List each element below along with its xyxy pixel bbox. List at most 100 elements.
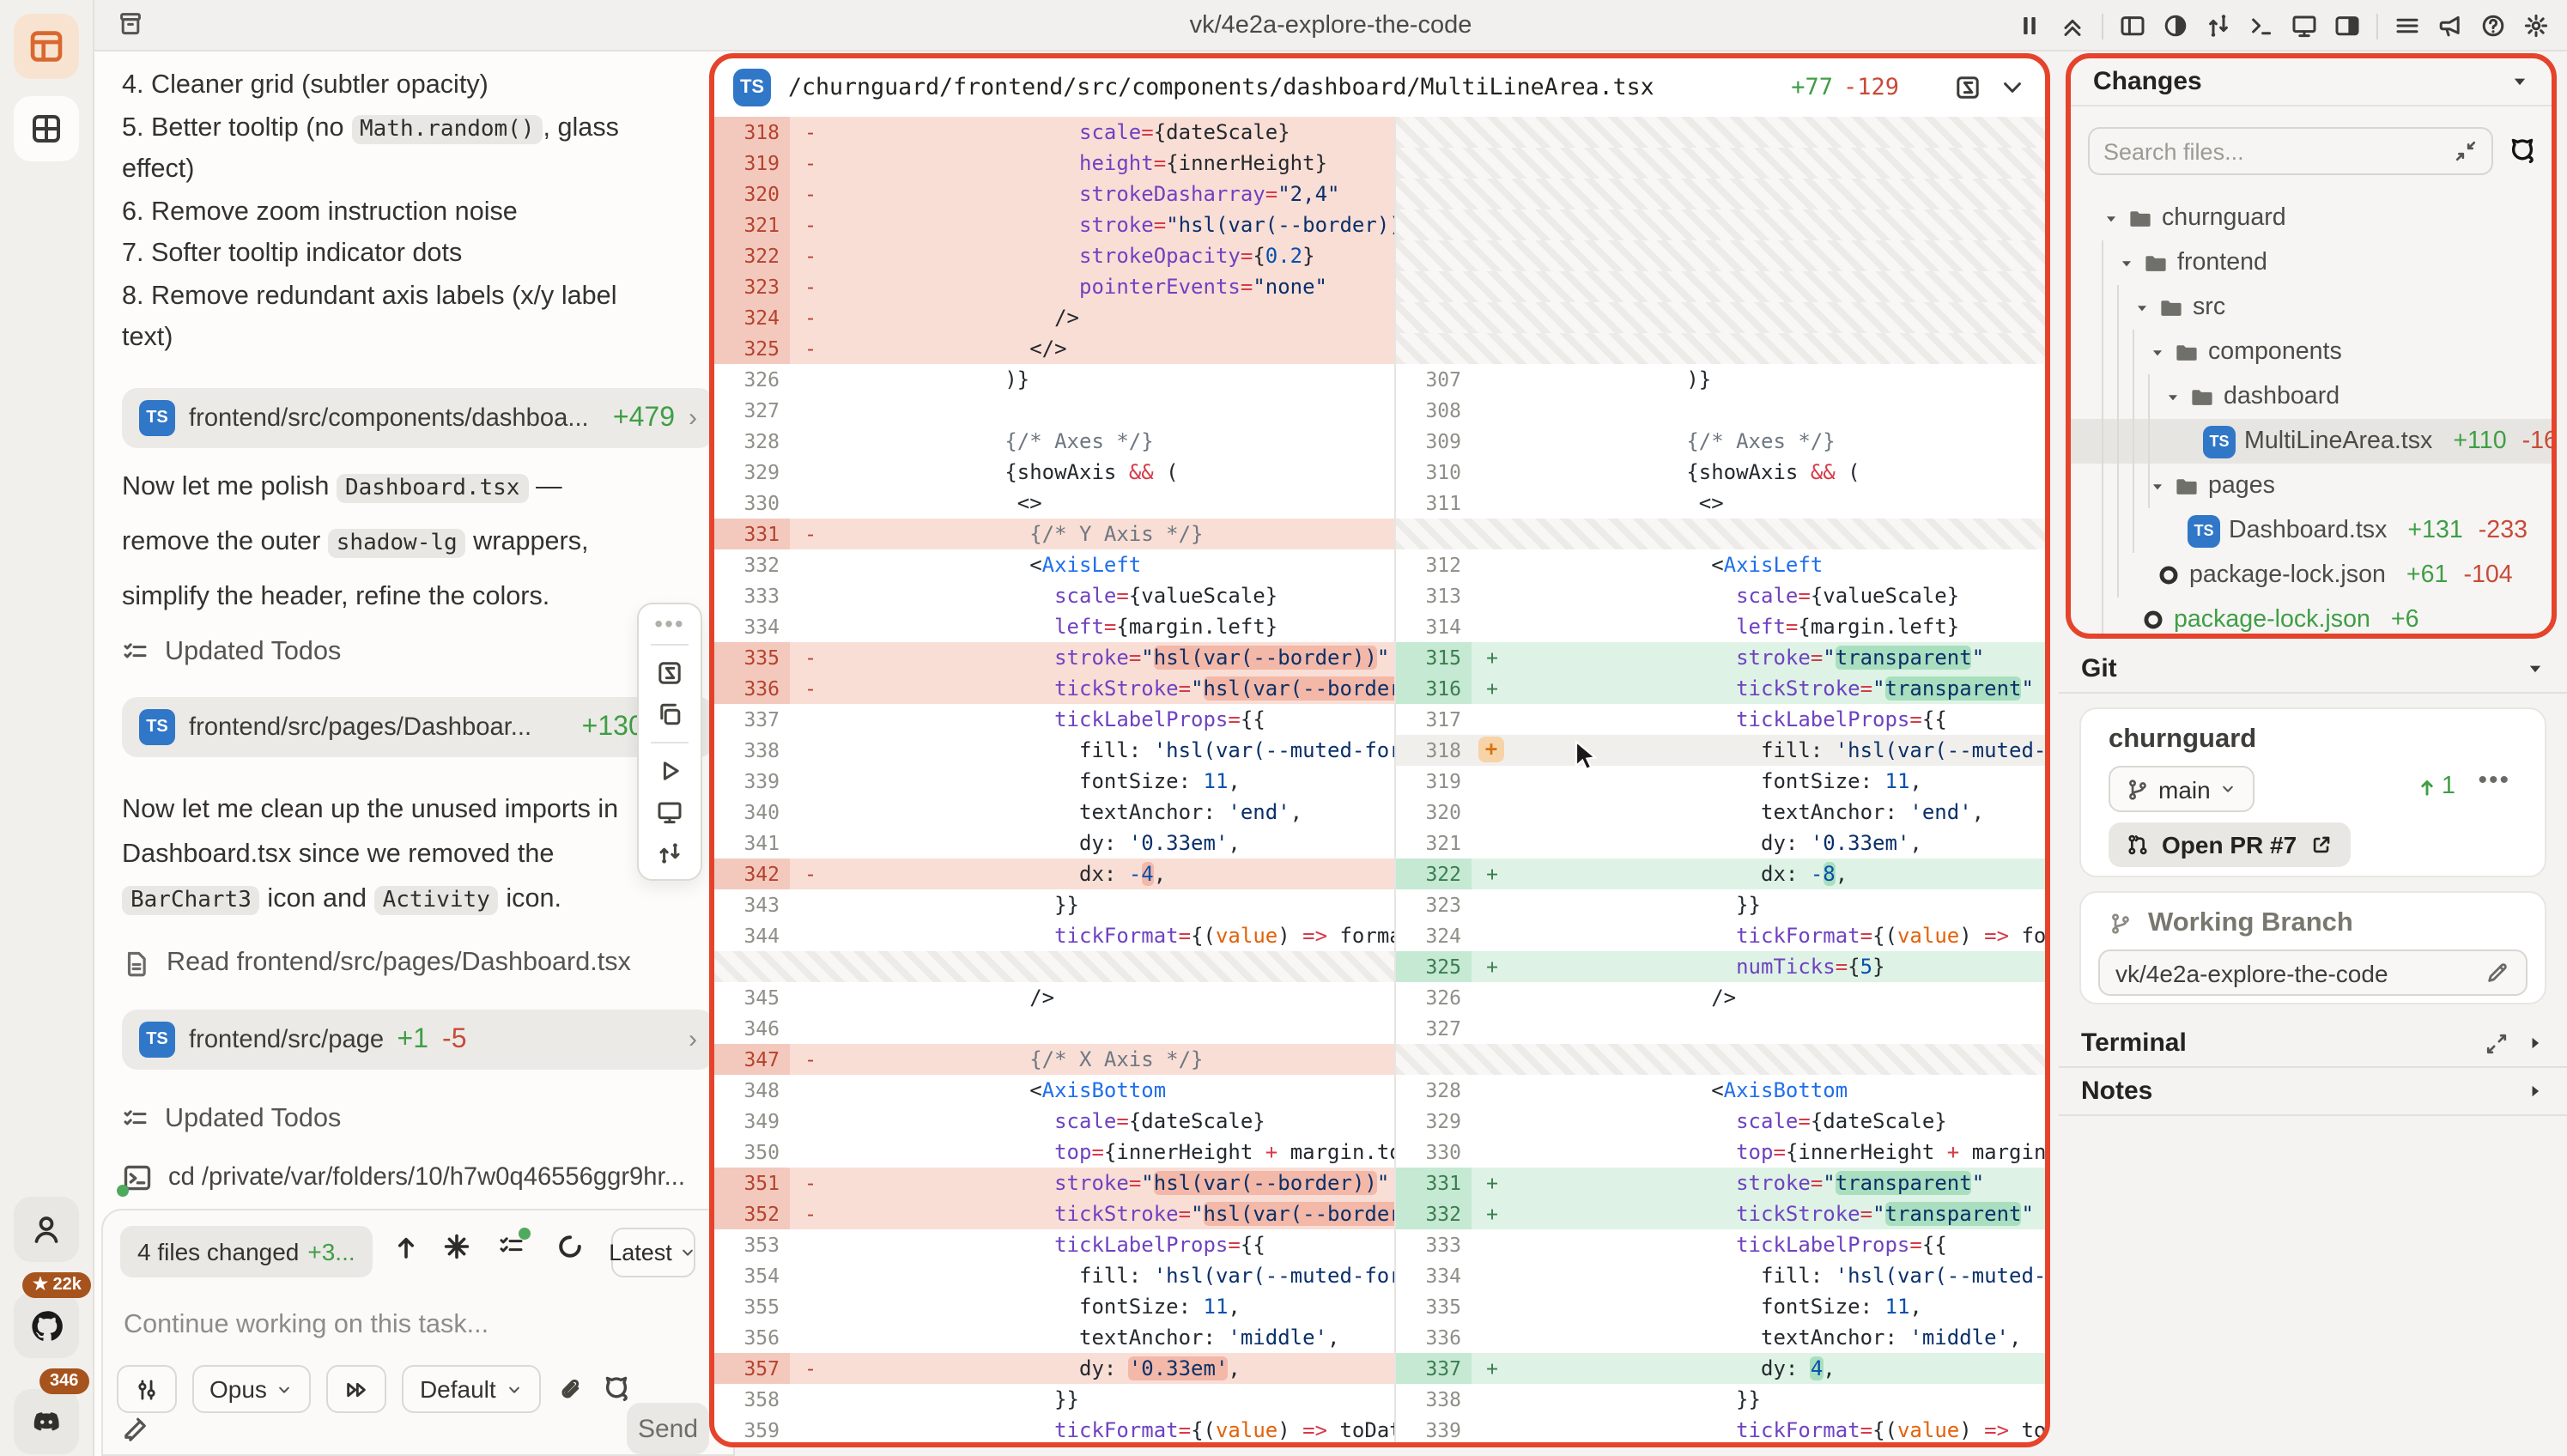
archive-box-icon[interactable] [117, 10, 144, 38]
tree-item-package-lock-json[interactable]: package-lock.json+6 [2071, 598, 2552, 639]
updated-todos-row-2[interactable]: Updated Todos [122, 1104, 733, 1135]
file-chip-dashboard-2[interactable]: TS frontend/src/pages/Dashboard.tsx +1 -… [122, 1010, 714, 1070]
tree-item-multilinearea-tsx[interactable]: TSMultiLineArea.tsx+110-162 [2071, 419, 2552, 464]
working-branch-input[interactable]: vk/4e2a-explore-the-code [2098, 949, 2528, 996]
edit-pencil-icon[interactable] [2485, 960, 2510, 986]
mode-dropdown[interactable]: Default [403, 1365, 541, 1413]
todos-status-button[interactable] [498, 1233, 525, 1260]
file-chip-multilinearea[interactable]: TS frontend/src/components/dashboa... +4… [122, 388, 714, 448]
file-name: MultiLineArea.tsx [2244, 428, 2432, 455]
github-cat-icon[interactable] [2507, 136, 2538, 167]
toolbar-divider [2102, 13, 2103, 39]
expand-icon[interactable] [2485, 1031, 2509, 1055]
caret-down-icon [2134, 300, 2150, 315]
code-text: dy: 4, [1513, 1353, 2045, 1384]
diff-row-330: 330 <> [714, 488, 1394, 519]
preview-button[interactable] [656, 798, 683, 826]
add-comment-button[interactable]: + [1478, 737, 1504, 762]
line-number: 321 [1396, 828, 1472, 858]
folder-icon [2174, 339, 2200, 365]
panel-left-icon[interactable] [2119, 12, 2146, 39]
settings-icon[interactable] [2522, 12, 2550, 39]
code-text [1513, 395, 2045, 426]
code-text: {/* Axes */} [831, 426, 1394, 457]
code-text: numTicks={5} [1513, 951, 2045, 982]
tree-item-src[interactable]: src [2071, 285, 2552, 330]
panel-right-icon[interactable] [2333, 12, 2361, 39]
diff-gap-row [1396, 333, 2045, 364]
drag-handle-icon[interactable]: ••• [654, 616, 684, 630]
terminal-section-header[interactable]: Terminal [2059, 1020, 2567, 1068]
copy-button[interactable] [656, 701, 683, 728]
scroll-up-button[interactable] [391, 1233, 421, 1262]
line-number: 345 [714, 982, 790, 1013]
diff-view-button[interactable] [656, 659, 683, 687]
github-button[interactable] [14, 1293, 79, 1358]
git-section-header[interactable]: Git [2059, 646, 2567, 694]
run-button[interactable] [656, 757, 683, 785]
inline-code: Dashboard.tsx [337, 474, 529, 503]
diff-row-354: 354 fill: 'hsl(var(--muted-foreground))'… [714, 1260, 1394, 1291]
monitor-icon[interactable] [2291, 12, 2318, 39]
highlighter-icon[interactable] [120, 1413, 149, 1442]
files-changed-chip[interactable]: 4 files changed +3... [120, 1226, 373, 1277]
attach-button[interactable] [556, 1374, 586, 1404]
git-compare-button[interactable] [656, 840, 683, 867]
tree-item-pages[interactable]: pages [2071, 464, 2552, 508]
diff-marker [1472, 1384, 1513, 1415]
terminal-command-row[interactable]: cd /private/var/folders/10/h7w0q46556ggr… [122, 1162, 733, 1193]
diff-marker [1472, 889, 1513, 920]
grid-view-button[interactable] [14, 96, 79, 161]
latest-dropdown[interactable]: Latest [611, 1228, 695, 1277]
fast-forward-button[interactable] [327, 1365, 387, 1413]
tree-item-churnguard[interactable]: churnguard [2071, 196, 2552, 240]
help-icon[interactable] [2479, 12, 2507, 39]
pause-icon[interactable] [2016, 12, 2043, 39]
menu-icon[interactable] [2394, 12, 2421, 39]
line-number: 328 [1396, 1075, 1472, 1106]
collapse-tree-icon[interactable] [2454, 139, 2478, 163]
working-branch-header: Working Branch [2109, 908, 2353, 939]
checklist-icon [122, 639, 149, 666]
code-text: <AxisBottom [831, 1075, 1394, 1106]
tree-item-dashboard-tsx[interactable]: TSDashboard.tsx+131-233 [2071, 508, 2552, 553]
diff-mode-icon[interactable] [1954, 74, 1981, 101]
code-text: top={innerHeight + margin.top} [831, 1137, 1394, 1168]
open-pr-button[interactable]: Open PR #7 [2109, 822, 2350, 867]
line-number: 335 [1396, 1291, 1472, 1322]
git-compare-icon[interactable] [2205, 12, 2232, 39]
contrast-icon[interactable] [2162, 12, 2189, 39]
code-text: dy: '0.33em', [831, 1353, 1394, 1384]
tree-item-components[interactable]: components [2071, 330, 2552, 374]
changes-search-row: Search files... [2088, 125, 2538, 177]
send-button[interactable]: Send [627, 1403, 709, 1454]
file-chip-dashboard-1[interactable]: TS frontend/src/pages/Dashboar... +130 -… [122, 697, 714, 757]
line-number: 311 [1396, 488, 1472, 519]
megaphone-icon[interactable] [2437, 12, 2464, 39]
discord-button[interactable] [14, 1389, 79, 1454]
message-input[interactable]: Continue working on this task... [124, 1310, 489, 1341]
layout-panel-button[interactable] [14, 14, 79, 79]
branch-dropdown[interactable]: main [2109, 766, 2255, 812]
chevrons-up-icon[interactable] [2059, 12, 2086, 39]
changes-header[interactable]: Changes [2071, 58, 2552, 106]
tree-item-dashboard[interactable]: dashboard [2071, 374, 2552, 419]
mouse-cursor [1575, 740, 1600, 774]
search-files-input[interactable]: Search files... [2088, 127, 2493, 175]
spark-icon[interactable] [443, 1233, 470, 1260]
diff-marker [790, 920, 831, 951]
collapse-diff-icon[interactable] [1999, 74, 2026, 101]
notes-section-header[interactable]: Notes [2059, 1068, 2567, 1116]
text-line: BarChart3 icon and Activity icon. [122, 877, 733, 922]
terminal-icon[interactable] [2248, 12, 2275, 39]
settings-sliders-button[interactable] [117, 1365, 177, 1413]
diff-row-308: 308 [1396, 395, 2045, 426]
github-cat-button[interactable] [601, 1374, 632, 1404]
tree-item-package-lock-json[interactable]: package-lock.json+61-104 [2071, 553, 2552, 598]
account-button[interactable] [14, 1197, 79, 1262]
diff-row-356: 356 textAnchor: 'middle', [714, 1322, 1394, 1353]
git-more-button[interactable]: ••• [2478, 766, 2510, 795]
tree-item-frontend[interactable]: frontend [2071, 240, 2552, 285]
model-dropdown[interactable]: Opus [192, 1365, 312, 1413]
read-file-row[interactable]: Read frontend/src/pages/Dashboard.tsx [122, 948, 733, 979]
